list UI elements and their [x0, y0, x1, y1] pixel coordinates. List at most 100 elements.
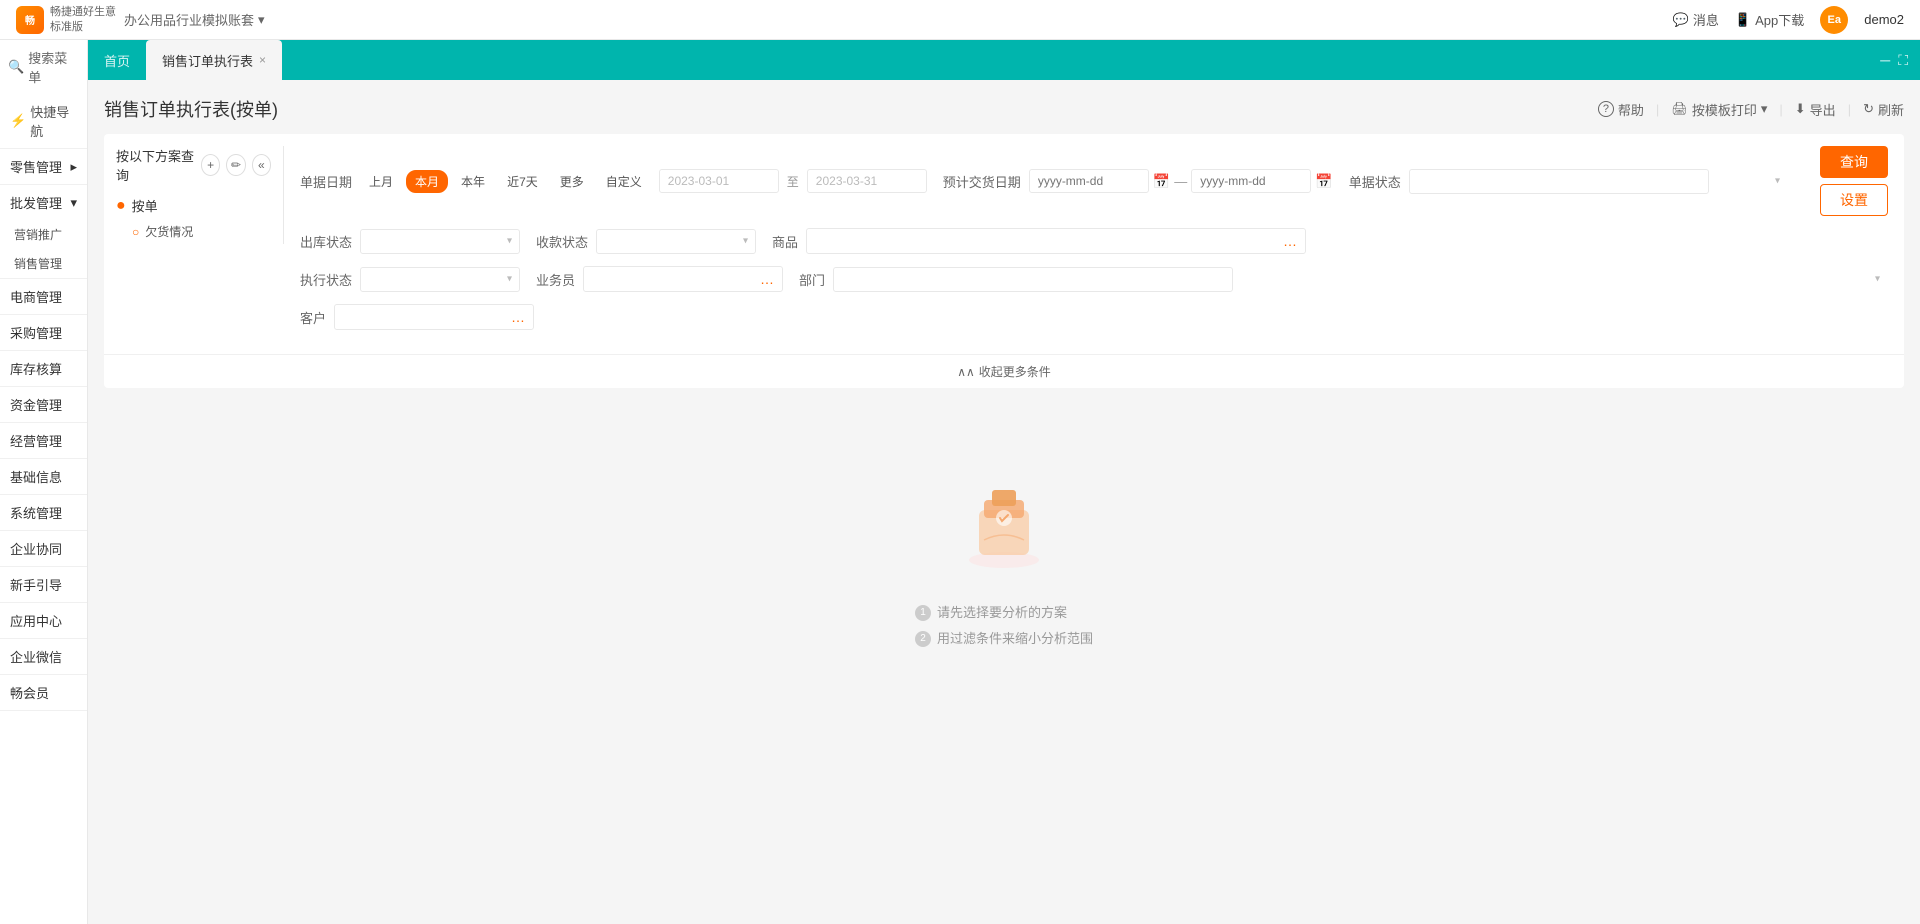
top-bar: 畅 畅捷通好生意 标准版 办公用品行业模拟账套 ▾ 💬 消息 📱 App下载 E…	[0, 0, 1920, 40]
salesman-more-btn[interactable]: …	[760, 271, 774, 287]
sidebar-item-finance[interactable]: 资金管理	[0, 387, 87, 422]
app-download-btn[interactable]: 📱 App下载	[1735, 10, 1804, 29]
tab-expand-btn[interactable]: ⛶	[1898, 52, 1908, 69]
page-actions: ? 帮助 | 🖨 按模板打印 ▾ | ⬇ 导出 |	[1598, 100, 1904, 119]
sidebar-section-ecommerce: 电商管理	[0, 279, 87, 315]
sidebar-item-purchase[interactable]: 采购管理	[0, 315, 87, 350]
tab-active[interactable]: 销售订单执行表 ×	[146, 40, 282, 80]
scheme-item-icon: ●	[116, 197, 126, 215]
main-wrapper: 🔍 搜索菜单 ⚡ 快捷导航 零售管理 ▸ 批发管理 ▾ 营销推广 销售管理	[0, 40, 1920, 924]
arrears-icon: ○	[132, 225, 139, 239]
department-group: 部门	[799, 267, 1888, 292]
sidebar-item-system[interactable]: 系统管理	[0, 495, 87, 530]
sidebar-item-newbie[interactable]: 新手引导	[0, 567, 87, 602]
sidebar-section-wholesale: 批发管理 ▾ 营销推广 销售管理	[0, 185, 87, 279]
scheme-item-by-order[interactable]: ● 按单	[116, 192, 271, 219]
divider-2: |	[1779, 102, 1782, 117]
collection-select[interactable]	[596, 229, 756, 254]
search-panel-top: 按以下方案查询 + ✏ « ●	[104, 134, 1904, 354]
empty-tips: 1 请先选择要分析的方案 2 用过滤条件来缩小分析范围	[915, 600, 1093, 652]
date-btn-more[interactable]: 更多	[551, 170, 593, 193]
scheme-collapse-btn[interactable]: «	[252, 154, 271, 176]
template-print-btn[interactable]: 🖨 按模板打印 ▾	[1671, 100, 1767, 119]
outbound-select[interactable]	[360, 229, 520, 254]
tab-home[interactable]: 首页	[88, 40, 146, 80]
scheme-panel: 按以下方案查询 + ✏ « ●	[104, 146, 284, 244]
scheme-sub-item-arrears[interactable]: ○ 欠货情况	[116, 219, 271, 244]
date-range-end	[807, 169, 927, 193]
customer-group: 客户 …	[300, 304, 534, 330]
salesman-group: 业务员 …	[536, 266, 783, 292]
date-btn-thisyear[interactable]: 本年	[452, 170, 494, 193]
page-content: 销售订单执行表(按单) ? 帮助 | 🖨 按模板打印 ▾ | ⬇	[88, 80, 1920, 924]
department-select[interactable]	[833, 267, 1233, 292]
delivery-end-input[interactable]	[1191, 169, 1311, 193]
date-btn-thismonth[interactable]: 本月	[406, 170, 448, 193]
sidebar-section-operation: 经营管理	[0, 423, 87, 459]
user-name[interactable]: demo2	[1864, 12, 1904, 27]
sidebar-section-member: 畅会员	[0, 675, 87, 711]
chevron-down-icon: ▾	[70, 195, 77, 211]
sidebar-section-inventory: 库存核算	[0, 351, 87, 387]
message-btn[interactable]: 💬 消息	[1673, 10, 1719, 29]
execution-select[interactable]	[360, 267, 520, 292]
sidebar-item-member[interactable]: 畅会员	[0, 675, 87, 710]
date-start-input[interactable]	[659, 169, 779, 193]
tab-minimize-btn[interactable]: ─	[1880, 52, 1890, 68]
divider-1: |	[1656, 102, 1659, 117]
logo-text: 畅捷通好生意 标准版	[50, 5, 116, 34]
scheme-add-btn[interactable]: +	[201, 154, 220, 176]
message-icon: 💬	[1673, 12, 1689, 28]
goods-more-btn[interactable]: …	[1283, 233, 1297, 249]
help-icon: ?	[1598, 101, 1614, 117]
logo-area: 畅 畅捷通好生意 标准版	[16, 5, 116, 34]
date-end-input[interactable]	[807, 169, 927, 193]
date-btn-lastmonth[interactable]: 上月	[360, 170, 402, 193]
page-header: 销售订单执行表(按单) ? 帮助 | 🖨 按模板打印 ▾ | ⬇	[104, 96, 1904, 122]
scheme-edit-btn[interactable]: ✏	[226, 154, 245, 176]
refresh-btn[interactable]: ↻ 刷新	[1863, 100, 1904, 119]
print-arrow-icon: ▾	[1761, 101, 1768, 117]
date-btn-last7days[interactable]: 近7天	[498, 170, 547, 193]
sidebar-item-enterprise[interactable]: 企业协同	[0, 531, 87, 566]
sidebar-sub-item-marketing[interactable]: 营销推广	[0, 220, 87, 249]
sidebar-section-newbie: 新手引导	[0, 567, 87, 603]
filter-row-3: 执行状态 业务员 …	[300, 266, 1888, 292]
settings-btn[interactable]: 设置	[1820, 184, 1888, 216]
sidebar-sub-item-sales[interactable]: 销售管理	[0, 249, 87, 278]
date-btn-custom[interactable]: 自定义	[597, 170, 651, 193]
date-btns: 上月 本月 本年 近7天 更多 自定义	[360, 170, 651, 193]
sidebar-item-basic[interactable]: 基础信息	[0, 459, 87, 494]
sidebar-search[interactable]: 🔍 搜索菜单	[0, 40, 87, 94]
edit-icon: ✏	[231, 158, 241, 172]
industry-selector[interactable]: 办公用品行业模拟账套 ▾	[124, 10, 265, 29]
customer-more-btn[interactable]: …	[511, 309, 525, 325]
filter-row-4: 客户 …	[300, 304, 1888, 330]
goods-group: 商品 …	[772, 228, 1888, 254]
sidebar-item-appcenter[interactable]: 应用中心	[0, 603, 87, 638]
delivery-separator: —	[1174, 174, 1187, 189]
sidebar-item-retail[interactable]: 零售管理 ▸	[0, 149, 87, 184]
sidebar-item-inventory[interactable]: 库存核算	[0, 351, 87, 386]
delivery-start-input[interactable]	[1029, 169, 1149, 193]
sidebar-item-corpwechat[interactable]: 企业微信	[0, 639, 87, 674]
content-area: 首页 销售订单执行表 × ─ ⛶ 销售订单执行表(按单) ? 帮助	[88, 40, 1920, 924]
sidebar-section-appcenter: 应用中心	[0, 603, 87, 639]
sidebar-item-wholesale[interactable]: 批发管理 ▾	[0, 185, 87, 220]
collapse-more-btn[interactable]: ∧∧ 收起更多条件	[957, 363, 1051, 380]
refresh-icon: ↻	[1863, 101, 1874, 117]
export-btn[interactable]: ⬇ 导出	[1795, 100, 1836, 119]
calendar-icon-1[interactable]: 📅	[1153, 173, 1170, 190]
sidebar-item-ecommerce[interactable]: 电商管理	[0, 279, 87, 314]
status-select[interactable]	[1409, 169, 1709, 194]
app-download-icon: 📱	[1735, 12, 1751, 28]
sidebar-section-finance: 资金管理	[0, 387, 87, 423]
sidebar-section-retail: 零售管理 ▸	[0, 149, 87, 185]
search-icon: 🔍	[8, 59, 24, 75]
sidebar-quick-nav[interactable]: ⚡ 快捷导航	[0, 94, 87, 149]
query-btn[interactable]: 查询	[1820, 146, 1888, 178]
sidebar-item-operation[interactable]: 经营管理	[0, 423, 87, 458]
help-btn[interactable]: ? 帮助	[1598, 100, 1644, 119]
calendar-icon-2[interactable]: 📅	[1315, 173, 1332, 190]
tab-close-btn[interactable]: ×	[259, 53, 266, 67]
